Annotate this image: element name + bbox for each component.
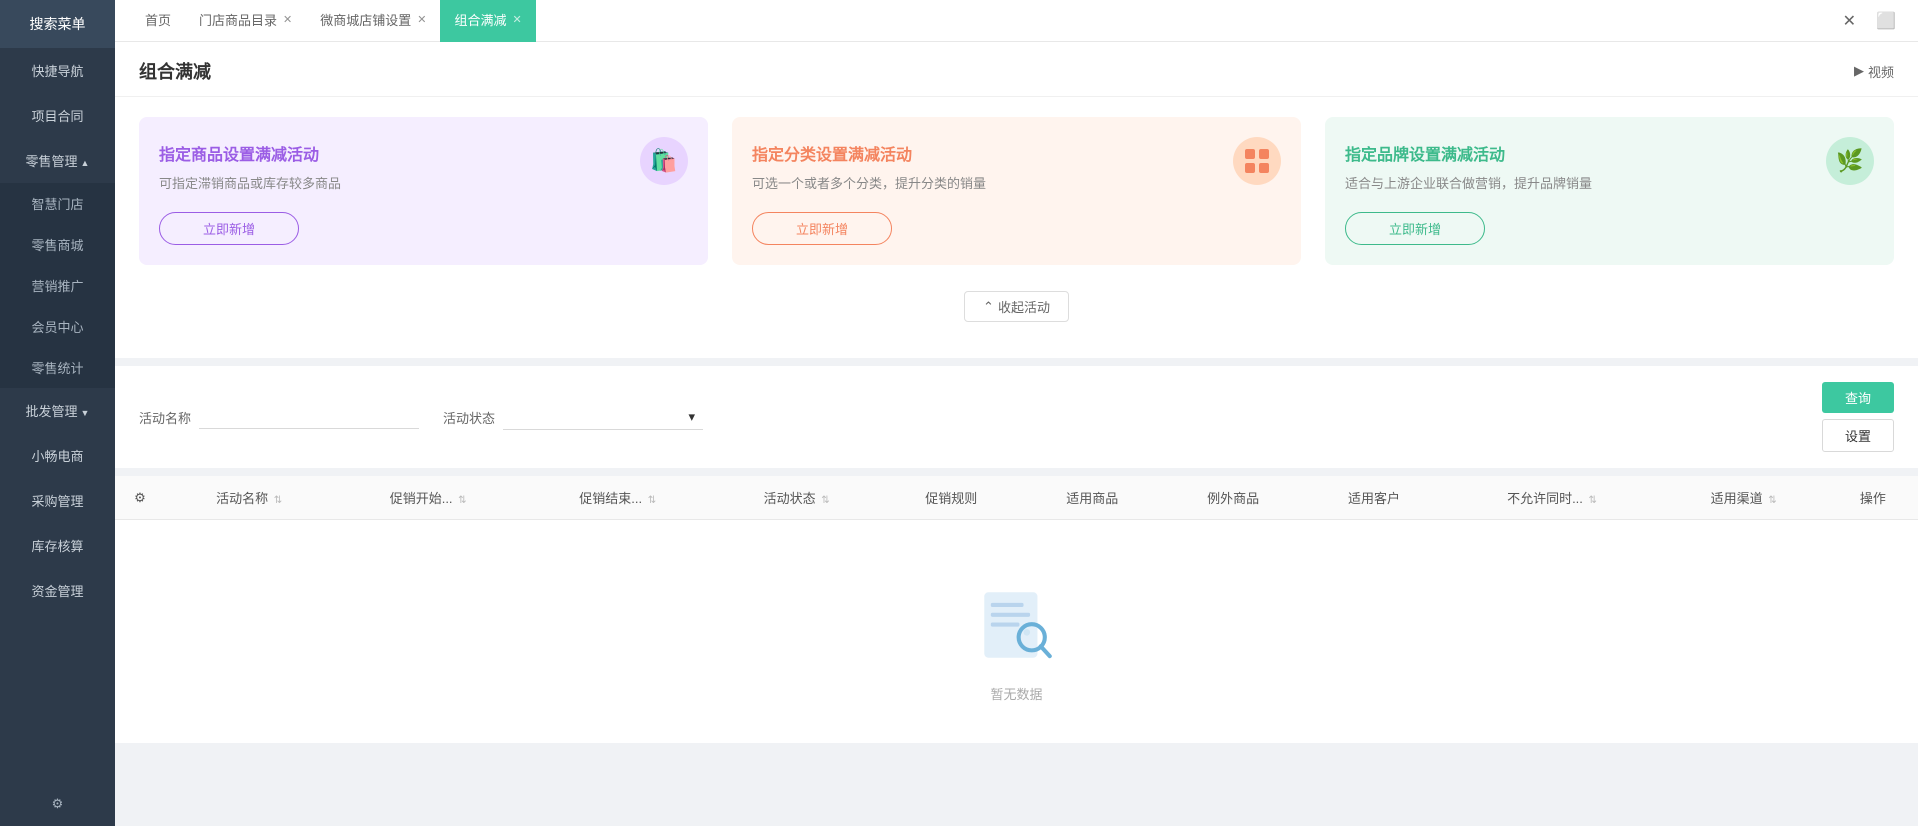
sidebar-item-retail-manage[interactable]: 零售管理 [0, 138, 115, 183]
sort-icon-promo-start: ⇅ [458, 495, 466, 506]
col-activity-name[interactable]: 活动名称 ⇅ [165, 476, 333, 520]
chevron-up-icon: ⌃ [983, 299, 994, 315]
collapse-activity-btn[interactable]: ⌃ 收起活动 [964, 291, 1069, 322]
play-icon: ▶ [1854, 63, 1864, 79]
settings-button[interactable]: 设置 [1822, 419, 1894, 452]
data-table: ⚙ 活动名称 ⇅ 促销开始... ⇅ 促销结束... ⇅ [115, 476, 1918, 743]
card-goods-desc: 可指定滞销商品或库存较多商品 [159, 173, 688, 192]
collapse-bar: ⌃ 收起活动 [139, 281, 1894, 338]
sort-icon-promo-end: ⇅ [648, 495, 656, 506]
card-category-title: 指定分类设置满减活动 [752, 141, 1281, 165]
page-content: 组合满减 ▶ 视频 🛍️ 指定商品设置满减活动 可指定滞销商品或库存较多商品 立… [115, 42, 1918, 826]
cards-section: 🛍️ 指定商品设置满减活动 可指定滞销商品或库存较多商品 立即新增 [115, 97, 1918, 358]
col-applicable-goods: 适用商品 [1022, 476, 1163, 520]
gear-icon: ⚙ [52, 796, 64, 811]
sidebar-item-fund-manage[interactable]: 资金管理 [0, 568, 115, 613]
col-promo-start[interactable]: 促销开始... ⇅ [333, 476, 523, 520]
empty-row: 暂无数据 [115, 520, 1918, 744]
card-goods-icon: 🛍️ [640, 137, 688, 185]
sidebar-item-purchase-manage[interactable]: 采购管理 [0, 478, 115, 523]
tab-combo-discount[interactable]: 组合满减 ✕ [440, 0, 535, 42]
tab-bar: 首页 门店商品目录 ✕ 微商城店铺设置 ✕ 组合满减 ✕ ✕ ⬜ [115, 0, 1918, 42]
window-close-btn[interactable]: ✕ [1837, 9, 1862, 33]
card-category-icon [1233, 137, 1281, 185]
card-category-desc: 可选一个或者多个分类，提升分类的销量 [752, 173, 1281, 192]
table-section: ⚙ 活动名称 ⇅ 促销开始... ⇅ 促销结束... ⇅ [115, 476, 1918, 743]
sidebar-search[interactable]: 搜索菜单 [0, 0, 115, 48]
col-promo-rule: 促销规则 [881, 476, 1022, 520]
col-applicable-channel[interactable]: 适用渠道 ⇅ [1659, 476, 1827, 520]
tab-close-wechat-shop[interactable]: ✕ [417, 13, 426, 26]
card-brand-title: 指定品牌设置满减活动 [1345, 141, 1874, 165]
card-category-add-btn[interactable]: 立即新增 [752, 212, 892, 245]
empty-state: 暂无数据 [115, 520, 1918, 743]
sort-icon-applicable-channel: ⇅ [1768, 495, 1776, 506]
page-title: 组合满减 [139, 58, 211, 84]
empty-illustration [967, 580, 1067, 670]
card-goods-add-btn[interactable]: 立即新增 [159, 212, 299, 245]
chevron-down-icon: ▾ [689, 409, 696, 425]
sort-icon-activity-name: ⇅ [274, 495, 282, 506]
card-goods-title: 指定商品设置满减活动 [159, 141, 688, 165]
sidebar-item-marketing[interactable]: 营销推广 [0, 265, 115, 306]
filter-activity-name-label: 活动名称 [139, 408, 191, 427]
filter-activity-status-label: 活动状态 [443, 408, 495, 427]
cards-row: 🛍️ 指定商品设置满减活动 可指定滞销商品或库存较多商品 立即新增 [139, 117, 1894, 265]
sidebar-item-inventory-check[interactable]: 库存核算 [0, 523, 115, 568]
col-gear[interactable]: ⚙ [115, 476, 165, 520]
query-button[interactable]: 查询 [1822, 382, 1894, 413]
col-applicable-customer: 适用客户 [1304, 476, 1445, 520]
card-category: 指定分类设置满减活动 可选一个或者多个分类，提升分类的销量 立即新增 [732, 117, 1301, 265]
sidebar-item-member-center[interactable]: 会员中心 [0, 306, 115, 347]
sidebar-item-wholesale-manage[interactable]: 批发管理 [0, 388, 115, 433]
gear-icon: ⚙ [134, 490, 146, 505]
tab-home[interactable]: 首页 [131, 0, 185, 42]
card-brand: 🌿 指定品牌设置满减活动 适合与上游企业联合做营销，提升品牌销量 立即新增 [1325, 117, 1894, 265]
col-promo-end[interactable]: 促销结束... ⇅ [523, 476, 713, 520]
sort-icon-activity-status: ⇅ [821, 495, 829, 506]
col-exception-goods: 例外商品 [1163, 476, 1304, 520]
filter-activity-name: 活动名称 [139, 405, 419, 429]
empty-text: 暂无数据 [990, 684, 1042, 703]
filter-section: 活动名称 活动状态 ▾ 查询 设置 [115, 366, 1918, 468]
tab-bar-actions: ✕ ⬜ [1837, 9, 1902, 33]
sidebar-settings[interactable]: ⚙ [0, 782, 115, 826]
card-goods: 🛍️ 指定商品设置满减活动 可指定滞销商品或库存较多商品 立即新增 [139, 117, 708, 265]
tab-close-store-catalog[interactable]: ✕ [283, 13, 292, 26]
filter-activity-name-input[interactable] [199, 405, 419, 429]
tab-store-catalog[interactable]: 门店商品目录 ✕ [185, 0, 306, 42]
filter-actions: 查询 设置 [1822, 382, 1894, 452]
card-brand-icon: 🌿 [1826, 137, 1874, 185]
card-brand-desc: 适合与上游企业联合做营销，提升品牌销量 [1345, 173, 1874, 192]
sidebar-item-quick-nav[interactable]: 快捷导航 [0, 48, 115, 93]
filter-activity-status-select[interactable]: ▾ [503, 405, 703, 430]
sidebar-item-smart-store[interactable]: 智慧门店 [0, 183, 115, 224]
table-body: 暂无数据 [115, 520, 1918, 744]
tab-close-combo-discount[interactable]: ✕ [513, 13, 522, 26]
main-area: 首页 门店商品目录 ✕ 微商城店铺设置 ✕ 组合满减 ✕ ✕ ⬜ 组合满减 ▶ … [115, 0, 1918, 826]
col-activity-status[interactable]: 活动状态 ⇅ [712, 476, 880, 520]
sidebar-item-retail-stats[interactable]: 零售统计 [0, 347, 115, 388]
sidebar-item-ecommerce[interactable]: 小畅电商 [0, 433, 115, 478]
col-operation: 操作 [1828, 476, 1918, 520]
sidebar-sub-retail: 智慧门店 零售商城 营销推广 会员中心 零售统计 [0, 183, 115, 388]
sidebar: 搜索菜单 快捷导航 项目合同 零售管理 智慧门店 零售商城 营销推广 会员中心 … [0, 0, 115, 826]
video-link[interactable]: ▶ 视频 [1854, 62, 1894, 81]
card-brand-add-btn[interactable]: 立即新增 [1345, 212, 1485, 245]
col-no-concurrent[interactable]: 不允许同时... ⇅ [1445, 476, 1660, 520]
sidebar-item-retail-mall[interactable]: 零售商城 [0, 224, 115, 265]
sidebar-item-project-contract[interactable]: 项目合同 [0, 93, 115, 138]
tab-wechat-shop[interactable]: 微商城店铺设置 ✕ [306, 0, 440, 42]
page-header: 组合满减 ▶ 视频 [115, 42, 1918, 97]
table-header-row: ⚙ 活动名称 ⇅ 促销开始... ⇅ 促销结束... ⇅ [115, 476, 1918, 520]
window-maximize-btn[interactable]: ⬜ [1870, 9, 1902, 33]
sort-icon-no-concurrent: ⇅ [1589, 495, 1597, 506]
filter-activity-status: 活动状态 ▾ [443, 405, 703, 430]
